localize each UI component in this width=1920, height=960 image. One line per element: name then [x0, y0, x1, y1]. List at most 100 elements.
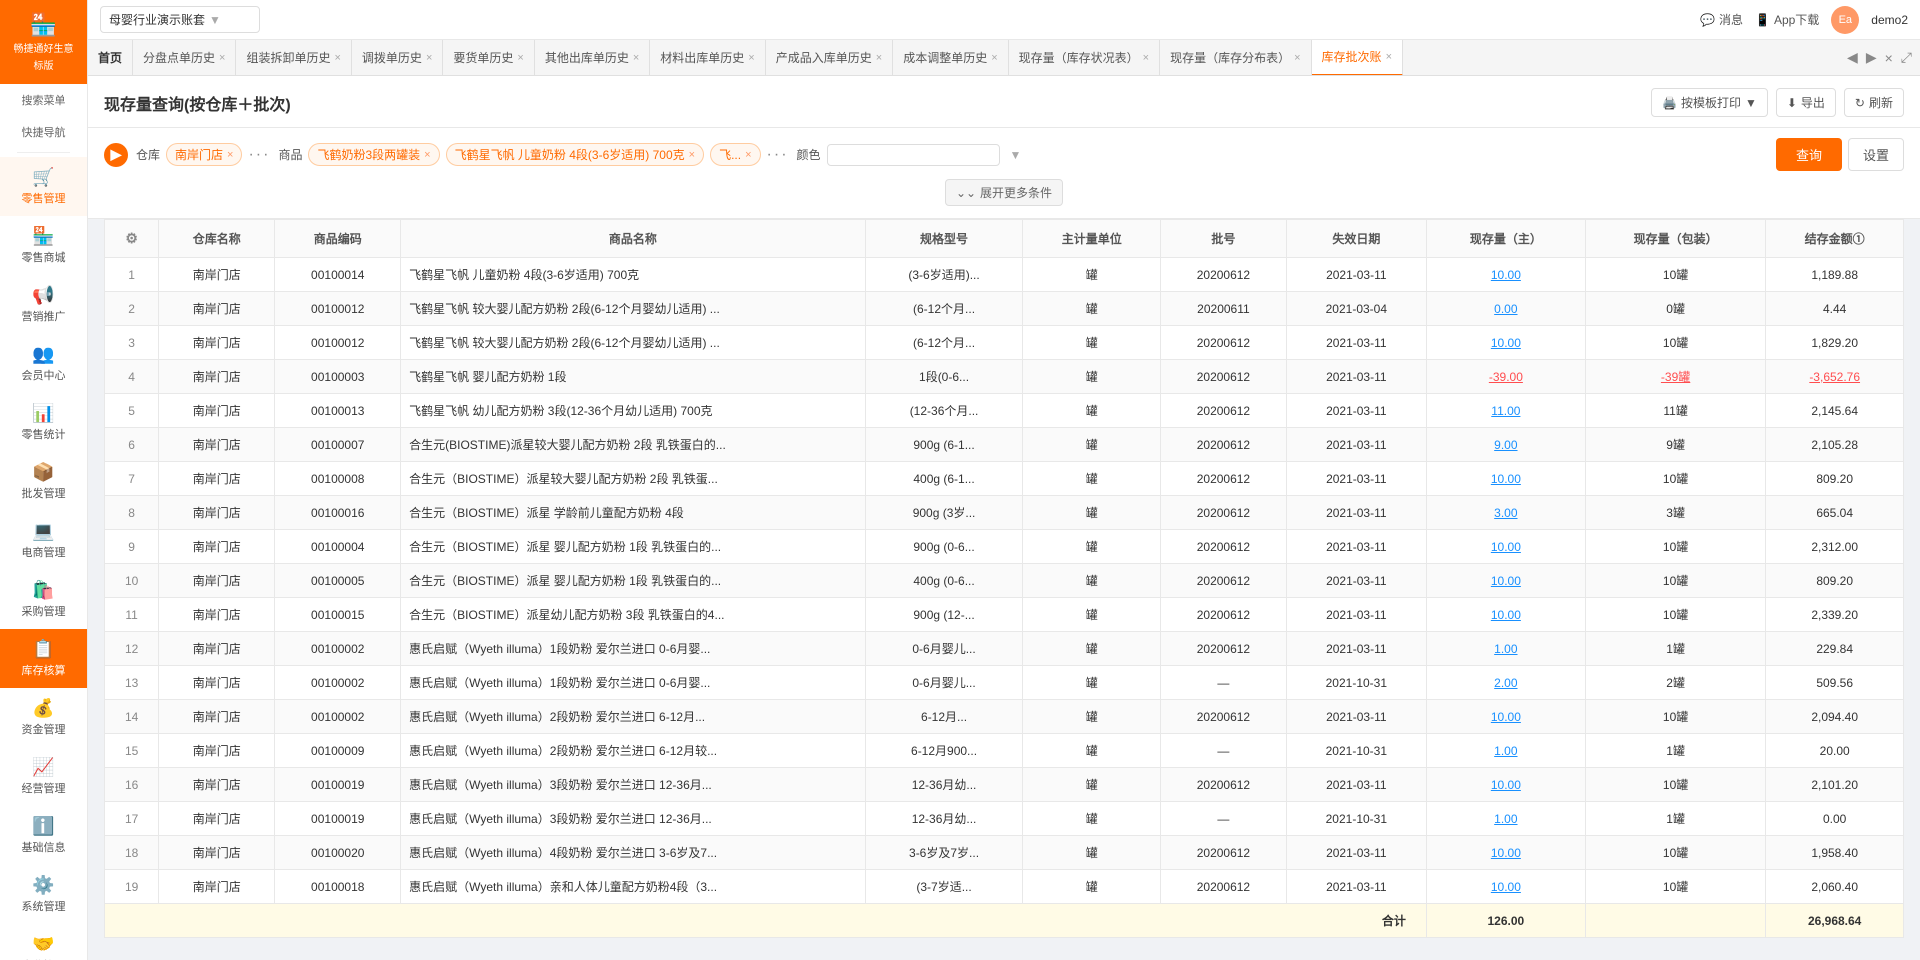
sidebar-item-purchase[interactable]: 🛍️ 采购管理 [0, 570, 87, 629]
row-code: 00100016 [275, 496, 401, 530]
sidebar-item-finance[interactable]: 💰 资金管理 [0, 688, 87, 747]
warehouse-remove[interactable]: × [227, 149, 233, 161]
row-qty-main[interactable]: 1.00 [1426, 802, 1585, 836]
tab-close-5[interactable]: × [633, 52, 639, 64]
sidebar-item-marketing[interactable]: 📢 营销推广 [0, 275, 87, 334]
color-input[interactable] [827, 144, 1000, 166]
tab-product-in[interactable]: 产成品入库单历史 × [766, 40, 893, 76]
main-content: 母婴行业演示账套 ▼ 💬 消息 📱 App下载 Ea demo2 首页 分盘点单… [88, 0, 1920, 960]
row-qty-main[interactable]: 10.00 [1426, 836, 1585, 870]
sidebar-item-system[interactable]: ⚙️ 系统管理 [0, 865, 87, 924]
export-btn[interactable]: ⬇ 导出 [1776, 88, 1836, 117]
tab-close-7[interactable]: × [876, 52, 882, 64]
sidebar-quick-nav[interactable]: 快捷导航 [0, 116, 87, 148]
tab-next[interactable]: ▶ [1862, 49, 1881, 66]
tab-stock-dist[interactable]: 现存量（库存分布表） × [1160, 40, 1311, 76]
app-download-btn[interactable]: 📱 App下载 [1755, 11, 1819, 28]
color-arrow[interactable]: ▼ [1010, 148, 1022, 162]
product-tag-0-remove[interactable]: × [424, 149, 430, 161]
tab-close-3[interactable]: × [426, 52, 432, 64]
tab-close-4[interactable]: × [517, 52, 523, 64]
tab-prev[interactable]: ◀ [1843, 49, 1862, 66]
row-qty-main[interactable]: -39.00 [1426, 360, 1585, 394]
tab-close-1[interactable]: × [219, 52, 225, 64]
row-qty-main[interactable]: 1.00 [1426, 734, 1585, 768]
tab-inventory-count[interactable]: 分盘点单历史 × [133, 40, 236, 76]
tab-batch-account[interactable]: 库存批次账 × [1312, 40, 1403, 76]
row-qty-main[interactable]: 10.00 [1426, 462, 1585, 496]
row-qty-main[interactable]: 10.00 [1426, 768, 1585, 802]
tab-stock-status[interactable]: 现存量（库存状况表） × [1009, 40, 1160, 76]
tab-material-out[interactable]: 材料出库单历史 × [650, 40, 765, 76]
col-settings[interactable]: ⚙ [105, 220, 159, 258]
tab-close-10[interactable]: × [1294, 52, 1300, 64]
product-tag-1-remove[interactable]: × [689, 149, 695, 161]
row-unit: 罐 [1023, 632, 1161, 666]
sidebar-item-store[interactable]: 🏪 零售商城 [0, 216, 87, 275]
warehouse-more[interactable]: ··· [248, 146, 270, 164]
tab-requisition[interactable]: 要货单历史 × [443, 40, 534, 76]
tab-close-11[interactable]: × [1386, 51, 1392, 63]
row-qty-main[interactable]: 9.00 [1426, 428, 1585, 462]
row-qty-main[interactable]: 10.00 [1426, 870, 1585, 904]
row-qty-main[interactable]: 1.00 [1426, 632, 1585, 666]
row-qty-main[interactable]: 10.00 [1426, 530, 1585, 564]
row-qty-main[interactable]: 10.00 [1426, 258, 1585, 292]
tab-transfer[interactable]: 调拨单历史 × [352, 40, 443, 76]
product-more[interactable]: ··· [767, 146, 789, 164]
tab-other-out[interactable]: 其他出库单历史 × [535, 40, 650, 76]
tab-close-9[interactable]: × [1143, 52, 1149, 64]
row-code: 00100002 [275, 700, 401, 734]
store-icon: 🏪 [32, 226, 54, 247]
sidebar-item-ecommerce[interactable]: 💻 电商管理 [0, 511, 87, 570]
sidebar-item-stats[interactable]: 📊 零售统计 [0, 393, 87, 452]
refresh-btn[interactable]: ↻ 刷新 [1844, 88, 1904, 117]
expand-filter-btn[interactable]: ▶ [104, 143, 128, 167]
row-qty-main[interactable]: 10.00 [1426, 326, 1585, 360]
row-qty-main[interactable]: 10.00 [1426, 564, 1585, 598]
row-qty-main[interactable]: 2.00 [1426, 666, 1585, 700]
message-btn[interactable]: 💬 消息 [1700, 11, 1743, 28]
user-avatar[interactable]: Ea [1831, 6, 1859, 34]
sidebar-label-inventory: 库存核算 [22, 662, 66, 678]
tab-home[interactable]: 首页 [88, 40, 133, 76]
tab-cost-adjust[interactable]: 成本调整单历史 × [893, 40, 1008, 76]
sidebar-item-member[interactable]: 👥 会员中心 [0, 334, 87, 393]
tab-assemble[interactable]: 组装拆卸单历史 × [236, 40, 351, 76]
username[interactable]: demo2 [1871, 13, 1908, 27]
tab-close-6[interactable]: × [748, 52, 754, 64]
sidebar-label-ecommerce: 电商管理 [22, 544, 66, 560]
tab-close-2[interactable]: × [334, 52, 340, 64]
row-amount: 2,145.64 [1766, 394, 1904, 428]
tab-close-all[interactable]: × [1881, 50, 1897, 66]
row-amount: -3,652.76 [1766, 360, 1904, 394]
row-qty-main[interactable]: 11.00 [1426, 394, 1585, 428]
sidebar-item-collab[interactable]: 🤝 企业协同 [0, 924, 87, 960]
row-qty-main[interactable]: 3.00 [1426, 496, 1585, 530]
sidebar-item-wholesale[interactable]: 📦 批发管理 [0, 452, 87, 511]
expand-more-btn[interactable]: ⌄⌄ 展开更多条件 [945, 179, 1063, 206]
setting-btn[interactable]: 设置 [1848, 138, 1904, 171]
warehouse-tag[interactable]: 南岸门店 × [166, 143, 242, 166]
sidebar-search[interactable]: 搜索菜单 [0, 84, 87, 116]
settings-icon[interactable]: ⚙ [125, 230, 138, 246]
sidebar-item-retail[interactable]: 🛒 零售管理 [0, 157, 87, 216]
print-btn[interactable]: 🖨️ 按模板打印 ▼ [1651, 88, 1768, 117]
product-tag-2[interactable]: 飞... × [710, 143, 760, 166]
query-btn[interactable]: 查询 [1776, 138, 1842, 171]
row-qty-main[interactable]: 10.00 [1426, 700, 1585, 734]
retail-icon: 🛒 [32, 167, 54, 188]
product-tag-0[interactable]: 飞鹤奶粉3段两罐装 × [308, 143, 439, 166]
tab-close-8[interactable]: × [991, 52, 997, 64]
logo-sub: 标版 [34, 57, 54, 72]
product-tag-2-remove[interactable]: × [745, 149, 751, 161]
row-qty-main[interactable]: 0.00 [1426, 292, 1585, 326]
sidebar-item-basic[interactable]: ℹ️ 基础信息 [0, 806, 87, 865]
account-selector[interactable]: 母婴行业演示账套 ▼ [100, 6, 260, 33]
tab-maximize[interactable]: ⤢ [1897, 49, 1916, 66]
sidebar-item-inventory[interactable]: 📋 库存核算 [0, 629, 87, 688]
row-qty-main[interactable]: 10.00 [1426, 598, 1585, 632]
sidebar-item-management[interactable]: 📈 经营管理 [0, 747, 87, 806]
row-warehouse: 南岸门店 [159, 632, 275, 666]
product-tag-1[interactable]: 飞鹤星飞帆 儿童奶粉 4段(3-6岁适用) 700克 × [446, 143, 704, 166]
